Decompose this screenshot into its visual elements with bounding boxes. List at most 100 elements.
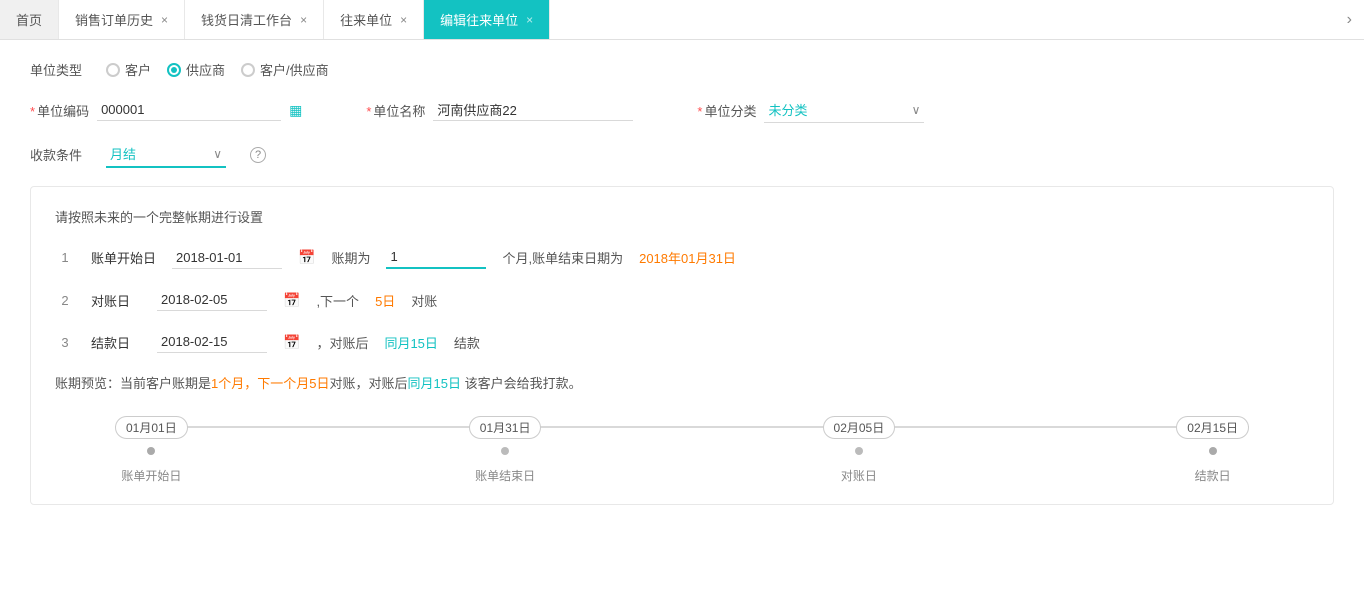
row-1-period-suffix: 个月,账单结束日期为 bbox=[502, 248, 623, 267]
unit-category-group: *单位分类 未分类 ∨ bbox=[697, 97, 924, 123]
row-3-calendar-icon[interactable]: 📅 bbox=[283, 334, 300, 351]
billing-period-panel: 请按照未来的一个完整帐期进行设置 1 账单开始日 📅 账期为 个月,账单结束日期… bbox=[30, 186, 1334, 505]
preview-mid: 对账，对账后 bbox=[329, 376, 407, 391]
tab-cash-work-label: 钱货日清工作台 bbox=[201, 10, 292, 29]
timeline-wrapper: 01月01日 账单开始日 01月31日 账单结束日 02月05日 对账日 02月… bbox=[55, 416, 1309, 484]
payment-term-value: 月结 bbox=[110, 144, 207, 163]
timeline-point-0: 01月01日 账单开始日 bbox=[115, 416, 188, 484]
timeline-dot-1 bbox=[501, 447, 509, 455]
unit-code-label: *单位编码 bbox=[30, 101, 89, 120]
timeline-label-3: 结款日 bbox=[1195, 467, 1231, 484]
unit-type-radio-group: 客户 供应商 客户/供应商 bbox=[106, 60, 329, 79]
row-1-date-input[interactable] bbox=[172, 247, 282, 269]
preview-label: 账期预览：当前客户账期是 bbox=[55, 376, 211, 391]
radio-both-circle bbox=[241, 63, 255, 77]
row-3-date-input[interactable] bbox=[157, 331, 267, 353]
timeline-dot-0 bbox=[147, 447, 155, 455]
content-area: 单位类型 客户 供应商 客户/供应商 *单位编码 ▦ bbox=[0, 40, 1364, 608]
timeline-points: 01月01日 账单开始日 01月31日 账单结束日 02月05日 对账日 02月… bbox=[115, 416, 1249, 484]
tabs-bar: 首页 销售订单历史 × 钱货日清工作台 × 往来单位 × 编辑往来单位 × › bbox=[0, 0, 1364, 40]
preview-p2: 下一个月5日 bbox=[257, 376, 329, 391]
billing-row-3: 3 结款日 📅 ，对账后同月15日结款 bbox=[55, 331, 1309, 353]
row-2-num: 2 bbox=[55, 293, 75, 308]
tab-home[interactable]: 首页 bbox=[0, 0, 59, 39]
timeline-dot-2 bbox=[855, 447, 863, 455]
unit-info-row: *单位编码 ▦ *单位名称 *单位分类 未分类 ∨ bbox=[30, 97, 1334, 123]
unit-type-row: 单位类型 客户 供应商 客户/供应商 bbox=[30, 60, 1334, 79]
tab-sales-history-close[interactable]: × bbox=[161, 13, 168, 27]
unit-category-select[interactable]: 未分类 ∨ bbox=[764, 97, 924, 123]
timeline-badge-3: 02月15日 bbox=[1176, 416, 1249, 439]
row-1-period-prefix: 账期为 bbox=[331, 248, 370, 267]
preview-p3: 同月15日 bbox=[408, 376, 461, 391]
radio-both-label: 客户/供应商 bbox=[260, 60, 329, 79]
tab-home-label: 首页 bbox=[16, 10, 42, 29]
timeline-point-1: 01月31日 账单结束日 bbox=[469, 416, 542, 484]
radio-customer-circle bbox=[106, 63, 120, 77]
billing-row-1: 1 账单开始日 📅 账期为 个月,账单结束日期为 2018年01月31日 bbox=[55, 246, 1309, 269]
row-2-date-input[interactable] bbox=[157, 289, 267, 311]
unit-code-icon[interactable]: ▦ bbox=[289, 102, 302, 119]
tab-edit-partner-close[interactable]: × bbox=[526, 13, 533, 27]
unit-name-label: *单位名称 bbox=[366, 101, 425, 120]
row-3-label: 结款日 bbox=[91, 333, 141, 352]
row-1-period-end-date: 2018年01月31日 bbox=[639, 248, 736, 267]
tab-sales-history-label: 销售订单历史 bbox=[75, 10, 153, 29]
radio-supplier-label: 供应商 bbox=[186, 60, 225, 79]
payment-term-label: 收款条件 bbox=[30, 145, 82, 164]
row-2-suffix-pre: ,下一个 bbox=[316, 291, 359, 310]
payment-term-select[interactable]: 月结 ∨ bbox=[106, 141, 226, 168]
unit-type-label: 单位类型 bbox=[30, 60, 82, 79]
tab-partners-close[interactable]: × bbox=[400, 13, 407, 27]
row-2-suffix-highlight: 5日 bbox=[375, 291, 395, 310]
unit-name-group: *单位名称 bbox=[366, 99, 633, 121]
unit-name-input[interactable] bbox=[433, 99, 633, 121]
timeline-point-2: 02月05日 对账日 bbox=[823, 416, 896, 484]
preview-end: 该客户会给我打款。 bbox=[465, 376, 582, 391]
payment-term-row: 收款条件 月结 ∨ ? bbox=[30, 141, 1334, 168]
timeline-badge-0: 01月01日 bbox=[115, 416, 188, 439]
unit-code-group: *单位编码 ▦ bbox=[30, 99, 302, 121]
tab-edit-partner-label: 编辑往来单位 bbox=[440, 10, 518, 29]
row-2-calendar-icon[interactable]: 📅 bbox=[283, 292, 300, 309]
preview-text: 账期预览：当前客户账期是1个月，下一个月5日对账，对账后同月15日 该客户会给我… bbox=[55, 373, 1309, 392]
row-1-period-input[interactable] bbox=[386, 246, 486, 269]
payment-term-chevron: ∨ bbox=[213, 147, 222, 161]
radio-supplier-circle bbox=[167, 63, 181, 77]
radio-customer-label: 客户 bbox=[125, 60, 151, 79]
row-3-suffix-pre: ，对账后 bbox=[316, 333, 368, 352]
tab-partners-label: 往来单位 bbox=[340, 10, 392, 29]
timeline-badge-1: 01月31日 bbox=[469, 416, 542, 439]
row-1-label: 账单开始日 bbox=[91, 248, 156, 267]
row-3-suffix-post: 结款 bbox=[454, 333, 480, 352]
row-2-suffix-post: 对账 bbox=[411, 291, 437, 310]
row-1-num: 1 bbox=[55, 250, 75, 265]
row-3-num: 3 bbox=[55, 335, 75, 350]
tab-edit-partner[interactable]: 编辑往来单位 × bbox=[424, 0, 550, 39]
radio-customer[interactable]: 客户 bbox=[106, 60, 151, 79]
row-3-suffix-highlight: 同月15日 bbox=[384, 333, 437, 352]
timeline-label-1: 账单结束日 bbox=[475, 467, 535, 484]
timeline-dot-3 bbox=[1209, 447, 1217, 455]
timeline-point-3: 02月15日 结款日 bbox=[1176, 416, 1249, 484]
unit-code-input[interactable] bbox=[97, 99, 281, 121]
tab-more-button[interactable]: › bbox=[1335, 0, 1364, 39]
radio-both[interactable]: 客户/供应商 bbox=[241, 60, 329, 79]
tab-partners[interactable]: 往来单位 × bbox=[324, 0, 424, 39]
payment-term-help-icon[interactable]: ? bbox=[250, 147, 266, 163]
tab-cash-work[interactable]: 钱货日清工作台 × bbox=[185, 0, 324, 39]
tab-sales-history[interactable]: 销售订单历史 × bbox=[59, 0, 185, 39]
timeline-label-2: 对账日 bbox=[841, 467, 877, 484]
row-2-label: 对账日 bbox=[91, 291, 141, 310]
timeline-label-0: 账单开始日 bbox=[121, 467, 181, 484]
preview-p1: 1个月， bbox=[211, 376, 257, 391]
unit-category-chevron: ∨ bbox=[912, 103, 921, 117]
row-1-calendar-icon[interactable]: 📅 bbox=[298, 249, 315, 266]
panel-title: 请按照未来的一个完整帐期进行设置 bbox=[55, 207, 1309, 226]
radio-supplier[interactable]: 供应商 bbox=[167, 60, 225, 79]
unit-category-value: 未分类 bbox=[768, 100, 905, 119]
unit-category-label: *单位分类 bbox=[697, 101, 756, 120]
tab-cash-work-close[interactable]: × bbox=[300, 13, 307, 27]
timeline-badge-2: 02月05日 bbox=[823, 416, 896, 439]
billing-row-2: 2 对账日 📅 ,下一个 5日对账 bbox=[55, 289, 1309, 311]
